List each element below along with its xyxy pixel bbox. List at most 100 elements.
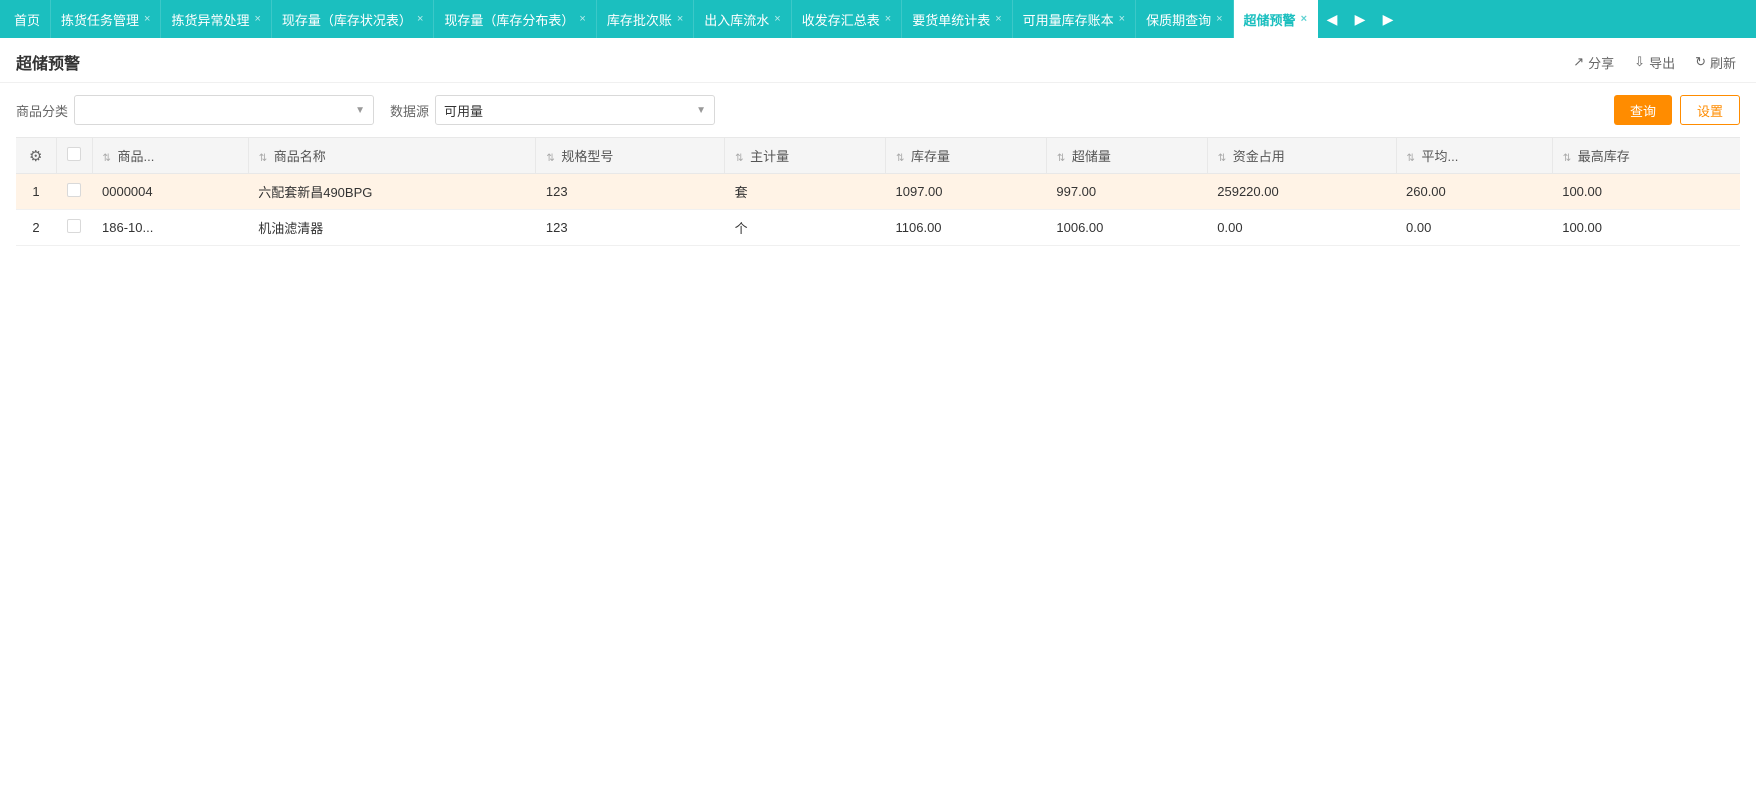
nav-item-stock-dist[interactable]: 现存量（库存分布表） × — [434, 0, 596, 38]
sort-icon: ⇅ — [896, 153, 904, 164]
select-all-checkbox[interactable] — [67, 147, 81, 161]
product-name: 机油滤清器 — [248, 210, 536, 246]
nav-item-expiry[interactable]: 保质期查询 × — [1136, 0, 1233, 38]
row-checkbox-cell — [56, 210, 92, 246]
max-stock: 100.00 — [1552, 210, 1740, 246]
overstock: 997.00 — [1046, 174, 1207, 210]
unit: 套 — [725, 174, 886, 210]
overstock-table: ⚙ ⇅ 商品... ⇅ 商品名称 ⇅ 规格型号 — [16, 137, 1740, 246]
capital-usage: 0.00 — [1207, 210, 1396, 246]
category-label: 商品分类 — [16, 101, 68, 120]
export-button[interactable]: ⇩ 导出 — [1630, 51, 1679, 74]
refresh-icon: ↻ — [1695, 54, 1706, 70]
nav-item-available[interactable]: 可用量库存账本 × — [1013, 0, 1136, 38]
close-icon[interactable]: × — [1119, 13, 1125, 25]
page-content: 超储预警 ↗ 分享 ⇩ 导出 ↻ 刷新 商品分类 ▼ 数据源 — [0, 38, 1756, 800]
close-icon[interactable]: × — [1216, 13, 1222, 25]
nav-item-stock-status[interactable]: 现存量（库存状况表） × — [272, 0, 434, 38]
th-unit[interactable]: ⇅ 主计量 — [725, 138, 886, 174]
sort-icon: ⇅ — [259, 153, 267, 164]
avg: 0.00 — [1396, 210, 1552, 246]
table-row: 1 0000004 六配套新昌490BPG 123 套 1097.00 997.… — [16, 174, 1740, 210]
th-overstock[interactable]: ⇅ 超储量 — [1046, 138, 1207, 174]
nav-item-batch[interactable]: 库存批次账 × — [597, 0, 694, 38]
capital-usage: 259220.00 — [1207, 174, 1396, 210]
unit: 个 — [725, 210, 886, 246]
export-icon: ⇩ — [1634, 54, 1645, 70]
category-filter: 商品分类 ▼ — [16, 95, 374, 125]
th-stock[interactable]: ⇅ 库存量 — [886, 138, 1047, 174]
th-capital[interactable]: ⇅ 资金占用 — [1207, 138, 1396, 174]
avg: 260.00 — [1396, 174, 1552, 210]
nav-prev-arrow[interactable]: ◀ — [1318, 0, 1346, 38]
settings-button[interactable]: 设置 — [1680, 95, 1740, 125]
close-icon[interactable]: × — [885, 13, 891, 25]
close-icon[interactable]: × — [995, 13, 1001, 25]
header-actions: ↗ 分享 ⇩ 导出 ↻ 刷新 — [1569, 51, 1740, 74]
product-name: 六配套新昌490BPG — [248, 174, 536, 210]
product-code: 186-10... — [92, 210, 248, 246]
sort-icon: ⇅ — [1407, 153, 1415, 164]
nav-expand-arrow[interactable]: ▶ — [1374, 0, 1402, 38]
row-checkbox[interactable] — [67, 183, 81, 197]
nav-item-task-mgmt[interactable]: 拣货任务管理 × — [51, 0, 161, 38]
nav-item-exception[interactable]: 拣货异常处理 × — [161, 0, 271, 38]
sort-icon: ⇅ — [103, 153, 111, 164]
row-index: 2 — [16, 210, 56, 246]
th-max-stock[interactable]: ⇅ 最高库存 — [1552, 138, 1740, 174]
overstock: 1006.00 — [1046, 210, 1207, 246]
sort-icon: ⇅ — [1218, 153, 1226, 164]
filter-area: 商品分类 ▼ 数据源 可用量 ▼ 查询 设置 — [0, 83, 1756, 137]
close-icon[interactable]: × — [254, 13, 260, 25]
spec: 123 — [536, 210, 725, 246]
th-product-code[interactable]: ⇅ 商品... — [92, 138, 248, 174]
nav-item-home[interactable]: 首页 — [4, 0, 51, 38]
row-checkbox-cell — [56, 174, 92, 210]
close-icon[interactable]: × — [144, 13, 150, 25]
gear-icon[interactable]: ⚙ — [29, 148, 42, 165]
close-icon[interactable]: × — [677, 13, 683, 25]
table-row: 2 186-10... 机油滤清器 123 个 1106.00 1006.00 … — [16, 210, 1740, 246]
datasource-filter: 数据源 可用量 ▼ — [390, 95, 715, 125]
datasource-select[interactable]: 可用量 ▼ — [435, 95, 715, 125]
product-code: 0000004 — [92, 174, 248, 210]
table-container: ⚙ ⇅ 商品... ⇅ 商品名称 ⇅ 规格型号 — [0, 137, 1756, 246]
page-title: 超储预警 — [16, 50, 80, 74]
nav-next-arrow[interactable]: ▶ — [1346, 0, 1374, 38]
chevron-down-icon: ▼ — [355, 105, 365, 116]
sort-icon: ⇅ — [735, 153, 743, 164]
nav-item-demand[interactable]: 要货单统计表 × — [902, 0, 1012, 38]
stock: 1106.00 — [886, 210, 1047, 246]
sort-icon: ⇅ — [546, 153, 554, 164]
th-avg[interactable]: ⇅ 平均... — [1396, 138, 1552, 174]
th-spec[interactable]: ⇅ 规格型号 — [536, 138, 725, 174]
share-icon: ↗ — [1573, 54, 1584, 70]
table-header-row: ⚙ ⇅ 商品... ⇅ 商品名称 ⇅ 规格型号 — [16, 138, 1740, 174]
th-settings[interactable]: ⚙ — [16, 138, 56, 174]
sort-icon: ⇅ — [1563, 153, 1571, 164]
category-select[interactable]: ▼ — [74, 95, 374, 125]
row-index: 1 — [16, 174, 56, 210]
close-icon[interactable]: × — [774, 13, 780, 25]
th-checkbox — [56, 138, 92, 174]
datasource-label: 数据源 — [390, 101, 429, 120]
refresh-button[interactable]: ↻ 刷新 — [1691, 51, 1740, 74]
close-icon[interactable]: × — [417, 13, 423, 25]
spec: 123 — [536, 174, 725, 210]
page-header: 超储预警 ↗ 分享 ⇩ 导出 ↻ 刷新 — [0, 38, 1756, 83]
close-icon[interactable]: × — [1301, 13, 1307, 25]
top-navigation: 首页 拣货任务管理 × 拣货异常处理 × 现存量（库存状况表） × 现存量（库存… — [0, 0, 1756, 38]
stock: 1097.00 — [886, 174, 1047, 210]
close-icon[interactable]: × — [579, 13, 585, 25]
row-checkbox[interactable] — [67, 219, 81, 233]
query-button[interactable]: 查询 — [1614, 95, 1672, 125]
datasource-select-value: 可用量 — [444, 101, 483, 120]
sort-icon: ⇅ — [1057, 153, 1065, 164]
nav-item-overstock[interactable]: 超储预警 × — [1234, 0, 1318, 38]
th-product-name[interactable]: ⇅ 商品名称 — [248, 138, 536, 174]
filter-actions: 查询 设置 — [1614, 95, 1740, 125]
nav-item-summary[interactable]: 收发存汇总表 × — [792, 0, 902, 38]
nav-item-flow[interactable]: 出入库流水 × — [694, 0, 791, 38]
share-button[interactable]: ↗ 分享 — [1569, 51, 1618, 74]
max-stock: 100.00 — [1552, 174, 1740, 210]
